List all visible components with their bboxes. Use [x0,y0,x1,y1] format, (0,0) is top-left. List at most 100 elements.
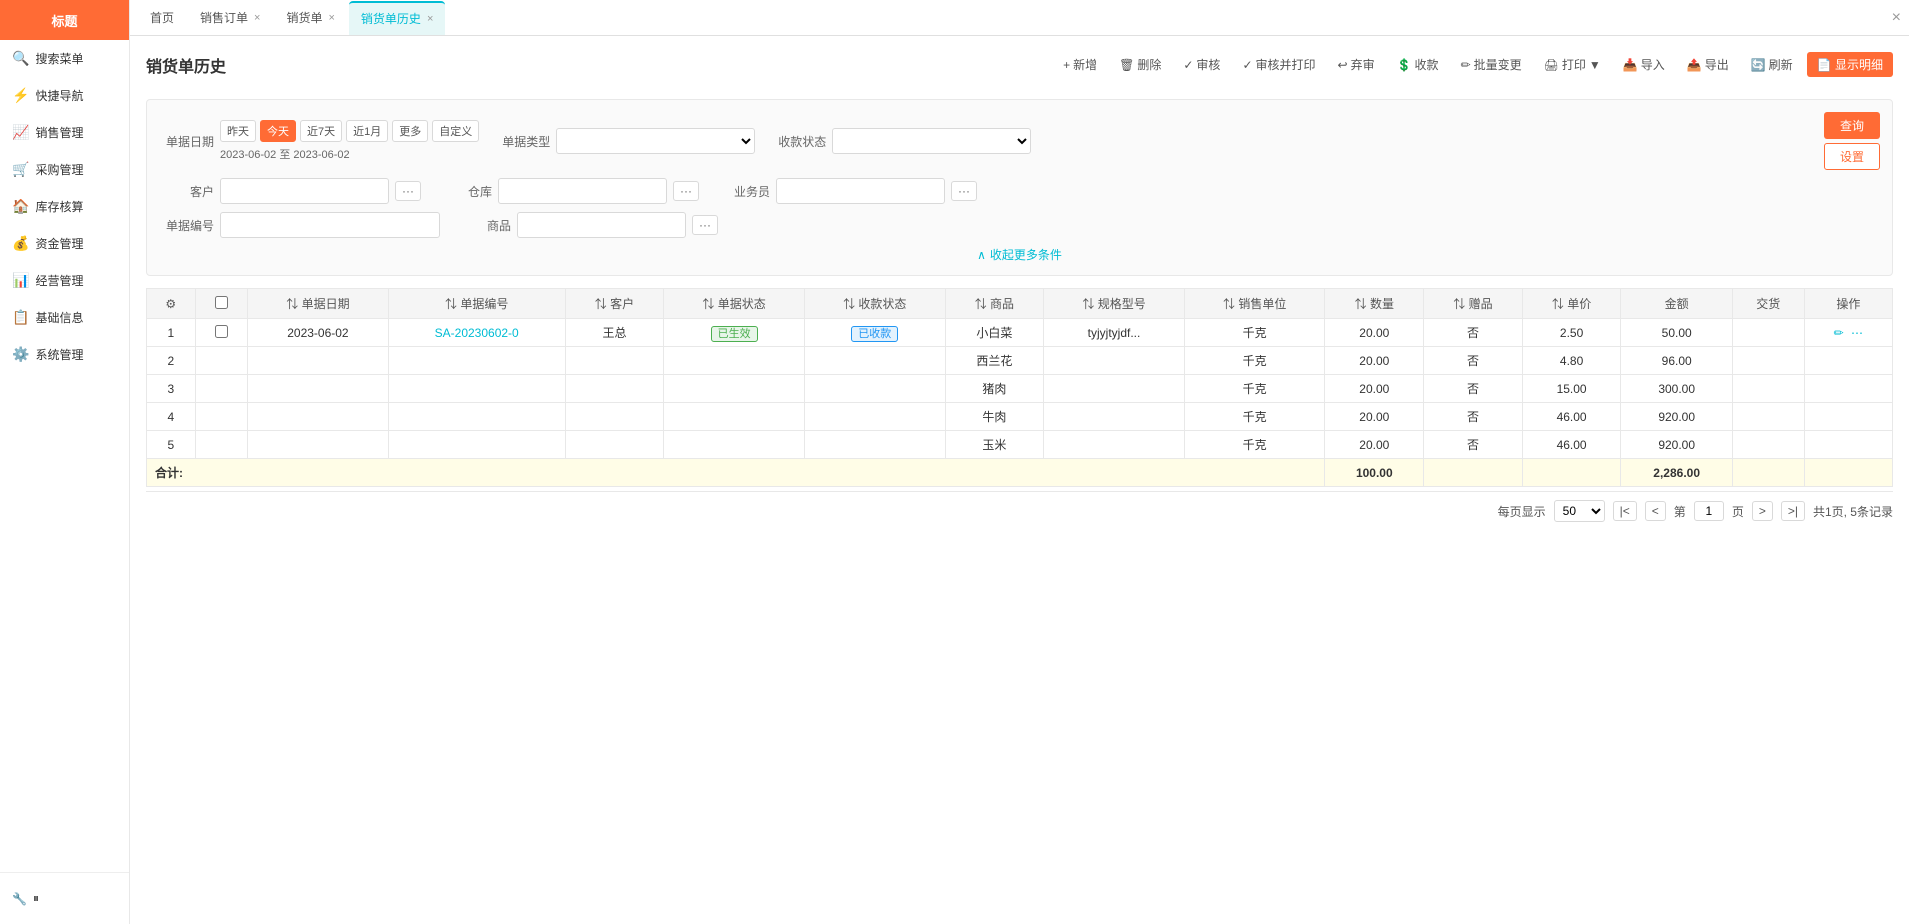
row-doc-no[interactable]: SA-20230602-0 [388,319,565,347]
date-btn-custom[interactable]: 自定义 [432,120,479,142]
customer-ellipsis[interactable]: ··· [395,181,421,201]
page-size-label: 每页显示 [1498,503,1546,520]
salesperson-input[interactable] [776,178,945,204]
import-button[interactable]: 📥 导入 [1615,52,1673,77]
th-spec[interactable]: ⇅ 规格型号 [1044,289,1185,319]
date-range-buttons: 昨天 今天 近7天 近1月 更多 自定义 [220,120,479,142]
row-checkbox[interactable] [215,325,228,338]
doc-no-input[interactable] [220,212,440,238]
table-row: 1 2023-06-02 SA-20230602-0 王总 已生效 已收款 小白… [147,319,1893,347]
tab-sales-order[interactable]: 销售订单 × [188,1,272,35]
page-input[interactable] [1694,501,1724,521]
show-detail-icon: 📄 [1817,58,1832,72]
query-button[interactable]: 查询 [1824,112,1880,139]
sidebar-item-search-menu[interactable]: 🔍 搜索菜单 [0,40,129,77]
doc-type-select[interactable] [556,128,755,154]
date-btn-1month[interactable]: 近1月 [346,120,388,142]
sidebar-item-inventory[interactable]: 🏠 库存核算 [0,188,129,225]
th-gear[interactable]: ⚙ [147,289,196,319]
salesperson-ellipsis[interactable]: ··· [951,181,977,201]
filter-salesperson: 业务员 ··· [715,178,977,204]
set-button[interactable]: 设置 [1824,143,1880,170]
sidebar-item-finance[interactable]: 💰 资金管理 [0,225,129,262]
th-customer[interactable]: ⇅ 客户 [565,289,664,319]
print-button[interactable]: 🖨 打印 ▼ [1536,52,1609,77]
add-icon: + [1063,58,1070,72]
date-btn-today[interactable]: 今天 [260,120,296,142]
date-btn-yesterday[interactable]: 昨天 [220,120,256,142]
salesperson-label: 业务员 [715,183,770,200]
doc-status-badge: 已生效 [711,326,758,342]
first-page-btn[interactable]: |< [1613,501,1637,521]
tab-sales-goods[interactable]: 销货单 × [274,1,346,35]
sidebar-item-quick-nav[interactable]: ⚡ 快捷导航 [0,77,129,114]
abandon-button[interactable]: ↩ 弃审 [1330,52,1383,77]
sidebar-bottom-settings[interactable]: 🔧 ⏸ [0,881,129,916]
sidebar-item-label: 经营管理 [35,272,83,289]
global-close-btn[interactable]: × [1892,9,1901,27]
sidebar-item-ops-mgmt[interactable]: 📊 经营管理 [0,262,129,299]
row-num: 5 [147,431,196,459]
th-doc-status[interactable]: ⇅ 单据状态 [664,289,805,319]
sidebar-item-sales-mgmt[interactable]: 📈 销售管理 [0,114,129,151]
customer-input[interactable] [220,178,389,204]
date-btn-7days[interactable]: 近7天 [300,120,342,142]
date-btn-more[interactable]: 更多 [392,120,428,142]
add-button[interactable]: + 新增 [1055,52,1105,77]
tab-sales-goods-label: 销货单 [286,9,322,26]
filter-doc-type: 单据类型 [495,128,755,154]
sidebar-item-basic-info[interactable]: 📋 基础信息 [0,299,129,336]
warehouse-input[interactable] [498,178,667,204]
th-doc-no[interactable]: ⇅ 单据编号 [388,289,565,319]
th-doc-date[interactable]: ⇅ 单据日期 [248,289,389,319]
refresh-button[interactable]: 🔄 刷新 [1743,52,1801,77]
page-size-select[interactable]: 50 100 [1554,500,1605,522]
summary-total-amount: 2,286.00 [1621,459,1733,487]
th-unit[interactable]: ⇅ 销售单位 [1184,289,1325,319]
delete-button[interactable]: 🗑 删除 [1111,52,1169,77]
last-page-btn[interactable]: >| [1781,501,1805,521]
tab-sales-history[interactable]: 销货单历史 × [349,1,445,35]
sidebar: 标题 🔍 搜索菜单 ⚡ 快捷导航 📈 销售管理 🛒 采购管理 🏠 库存核算 💰 … [0,0,130,924]
row-num: 4 [147,403,196,431]
sidebar-item-purchase-mgmt[interactable]: 🛒 采购管理 [0,151,129,188]
tab-sales-goods-close[interactable]: × [328,12,334,24]
th-goods[interactable]: ⇅ 商品 [945,289,1044,319]
row-goods: 小白菜 [945,319,1044,347]
select-all-checkbox[interactable] [215,296,228,309]
tab-sales-history-close[interactable]: × [427,13,433,25]
batch-change-button[interactable]: ✏ 批量变更 [1453,52,1530,77]
payment-status-badge: 已收款 [851,326,898,342]
table-footer: 每页显示 50 100 |< < 第 页 > >| 共1页, 5条记录 [146,491,1893,530]
sidebar-item-label: 快捷导航 [35,87,83,104]
collapse-button[interactable]: ∧ 收起更多条件 [159,246,1880,263]
payment-status-select[interactable] [832,128,1031,154]
th-unit-price[interactable]: ⇅ 单价 [1522,289,1621,319]
export-button[interactable]: 📤 导出 [1679,52,1737,77]
approve-print-button[interactable]: ✓ 审核并打印 [1234,52,1323,77]
basic-info-icon: 📋 [12,309,29,326]
settings-icon: 🔧 [12,892,27,906]
th-qty[interactable]: ⇅ 数量 [1325,289,1424,319]
tab-sales-order-close[interactable]: × [254,12,260,24]
show-detail-button[interactable]: 📄 显示明细 [1807,52,1893,77]
th-action: 操作 [1804,289,1892,319]
tab-home[interactable]: 首页 [138,1,186,35]
prev-page-btn[interactable]: < [1645,501,1666,521]
warehouse-ellipsis[interactable]: ··· [673,181,699,201]
goods-ellipsis[interactable]: ··· [692,215,718,235]
th-gift[interactable]: ⇅ 赠品 [1424,289,1523,319]
th-payment-status[interactable]: ⇅ 收款状态 [804,289,945,319]
th-checkbox[interactable] [195,289,248,319]
main-area: 首页 销售订单 × 销货单 × 销货单历史 × × 销货单历史 + 新增 [130,0,1909,924]
more-action[interactable]: ⋯ [1851,326,1863,340]
sidebar-item-sys-mgmt[interactable]: ⚙️ 系统管理 [0,336,129,373]
approve-button[interactable]: ✓ 审核 [1175,52,1228,77]
next-page-btn[interactable]: > [1752,501,1773,521]
edit-action[interactable]: ✏ [1834,326,1844,340]
goods-input[interactable] [517,212,686,238]
quick-nav-icon: ⚡ [12,87,29,104]
summary-row: 合计: 100.00 2,286.00 [147,459,1893,487]
filter-warehouse: 仓库 ··· [437,178,699,204]
collect-button[interactable]: 💲 收款 [1389,52,1447,77]
